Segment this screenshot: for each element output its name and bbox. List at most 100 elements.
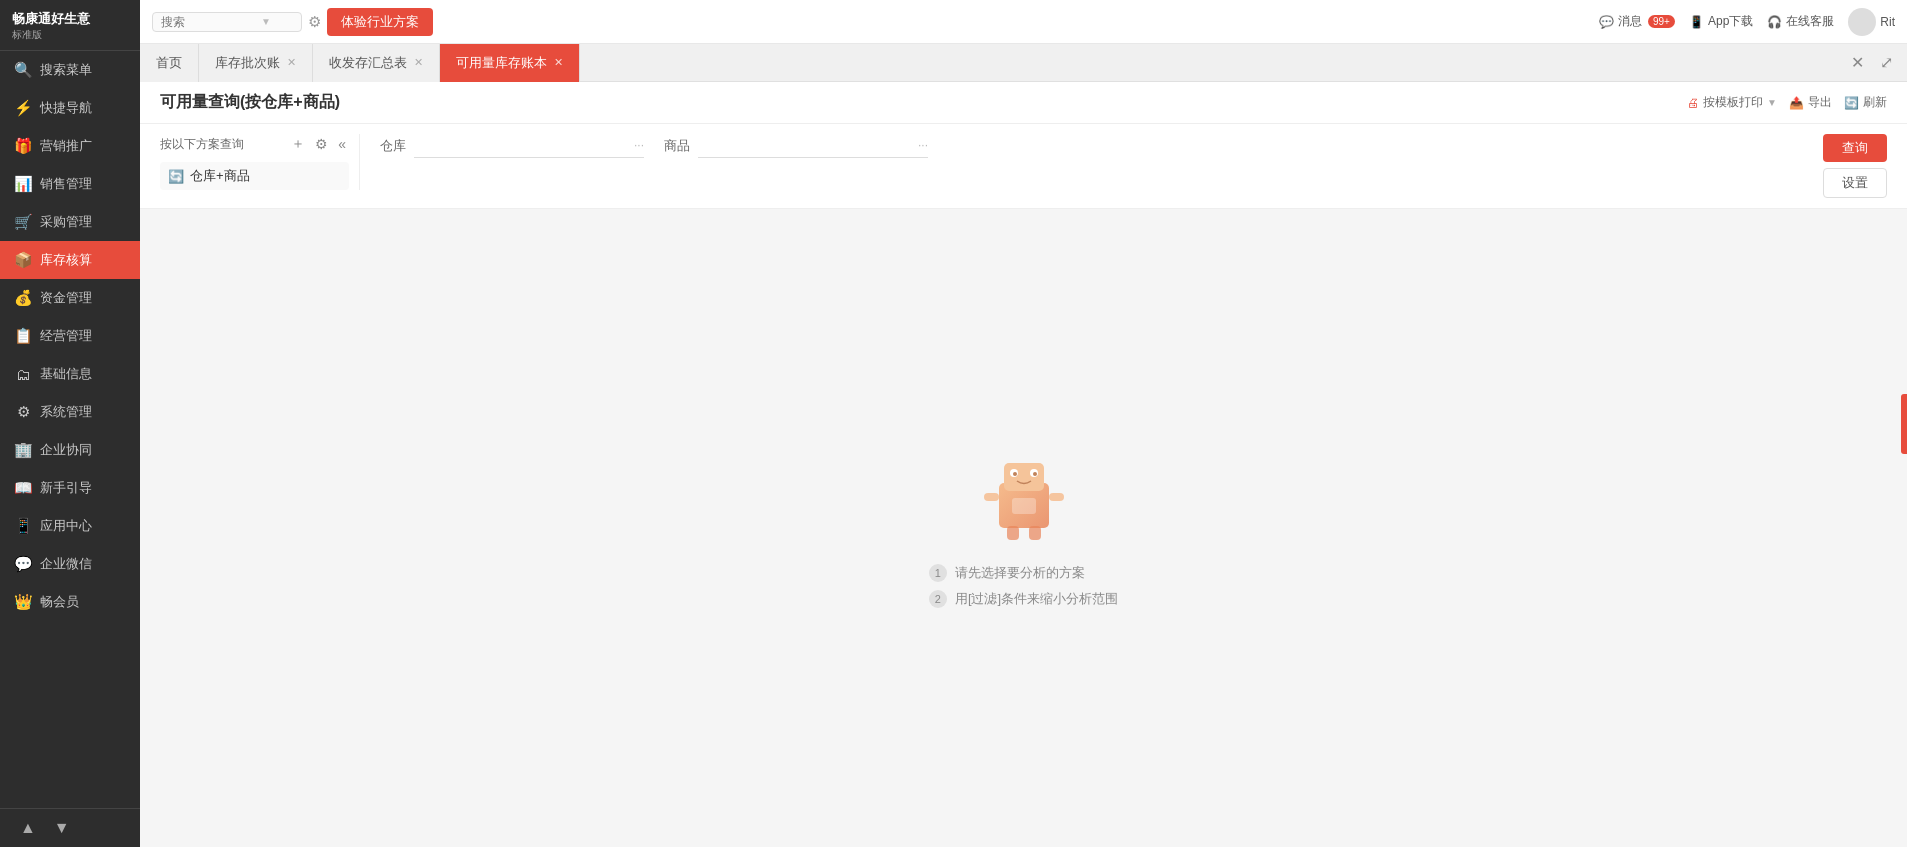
gear-icon[interactable]: ⚙ xyxy=(308,13,321,31)
set-button[interactable]: 设置 xyxy=(1823,168,1887,198)
empty-illustration xyxy=(974,448,1074,548)
sidebar-item-enterprise[interactable]: 🏢 企业协同 xyxy=(0,431,140,469)
finance-icon: 💰 xyxy=(14,289,32,307)
close-icon[interactable]: ✕ xyxy=(414,56,423,69)
purchase-icon: 🛒 xyxy=(14,213,32,231)
app-download-button[interactable]: 📱 App下载 xyxy=(1689,13,1753,30)
chevron-down-icon: ▼ xyxy=(1767,97,1777,108)
message-label: 消息 xyxy=(1618,13,1642,30)
tip-number-2: 2 xyxy=(929,590,947,608)
warehouse-input[interactable] xyxy=(414,134,634,155)
close-tab-button[interactable]: ✕ xyxy=(1845,51,1870,74)
collapse-scheme-button[interactable]: « xyxy=(335,135,349,153)
tabs-actions: ✕ ⤢ xyxy=(1845,51,1907,74)
warehouse-product-icon: 🔄 xyxy=(168,169,184,184)
sidebar-item-system[interactable]: ⚙ 系统管理 xyxy=(0,393,140,431)
tab-receipt-summary[interactable]: 收发存汇总表 ✕ xyxy=(313,44,440,82)
tabs-bar: 首页 库存批次账 ✕ 收发存汇总表 ✕ 可用量库存账本 ✕ ✕ ⤢ xyxy=(140,44,1907,82)
empty-tip-2: 2 用[过滤]条件来缩小分析范围 xyxy=(929,590,1118,608)
service-button[interactable]: 🎧 在线客服 xyxy=(1767,13,1834,30)
sidebar-logo: 畅康通好生意 标准版 xyxy=(0,0,140,51)
warehouse-label: 仓库 xyxy=(380,137,406,155)
content-area: 可用量查询(按仓库+商品) 🖨 按模板打印 ▼ 📤 导出 🔄 刷新 xyxy=(140,82,1907,847)
export-label: 导出 xyxy=(1808,94,1832,111)
wechat-icon: 💬 xyxy=(14,555,32,573)
sidebar-item-finance[interactable]: 💰 资金管理 xyxy=(0,279,140,317)
sidebar-item-label: 营销推广 xyxy=(40,137,92,155)
product-input[interactable] xyxy=(698,134,918,155)
chevron-down-icon: ▼ xyxy=(261,16,271,27)
search-icon: 🔍 xyxy=(14,61,32,79)
topbar: ▼ ⚙ 体验行业方案 💬 消息 99+ 📱 App下载 🎧 在线客服 Rit xyxy=(140,0,1907,44)
print-button[interactable]: 🖨 按模板打印 ▼ xyxy=(1687,94,1777,111)
settings-scheme-button[interactable]: ⚙ xyxy=(312,135,331,153)
sidebar-item-label: 资金管理 xyxy=(40,289,92,307)
sidebar-item-label: 库存核算 xyxy=(40,251,92,269)
sidebar-item-label: 基础信息 xyxy=(40,365,92,383)
empty-tips: 1 请先选择要分析的方案 2 用[过滤]条件来缩小分析范围 xyxy=(929,564,1118,608)
refresh-button[interactable]: 🔄 刷新 xyxy=(1844,94,1887,111)
topbar-left: ▼ ⚙ 体验行业方案 xyxy=(152,8,1591,36)
filter-area: 按以下方案查询 ＋ ⚙ « 🔄 仓库+商品 仓库 xyxy=(140,124,1907,209)
svg-point-5 xyxy=(1033,472,1037,476)
filter-field-warehouse: 仓库 ··· xyxy=(380,134,644,158)
sidebar-item-basic[interactable]: 🗂 基础信息 xyxy=(0,355,140,393)
export-button[interactable]: 📤 导出 xyxy=(1789,94,1832,111)
sidebar-item-label: 采购管理 xyxy=(40,213,92,231)
maximize-tab-button[interactable]: ⤢ xyxy=(1874,51,1899,74)
sidebar-scroll-up[interactable]: ▲ xyxy=(14,817,42,839)
sidebar-item-sales[interactable]: 📊 销售管理 xyxy=(0,165,140,203)
warehouse-more-icon[interactable]: ··· xyxy=(634,138,644,152)
sidebar-item-shortcuts[interactable]: ⚡ 快捷导航 xyxy=(0,89,140,127)
service-label: 在线客服 xyxy=(1786,13,1834,30)
page-title: 可用量查询(按仓库+商品) xyxy=(160,92,340,113)
apps-icon: 📱 xyxy=(14,517,32,535)
sales-icon: 📊 xyxy=(14,175,32,193)
empty-tip-1: 1 请先选择要分析的方案 xyxy=(929,564,1118,582)
filter-scheme-panel: 按以下方案查询 ＋ ⚙ « 🔄 仓库+商品 xyxy=(160,134,360,190)
sidebar-item-inventory[interactable]: 📦 库存核算 xyxy=(0,241,140,279)
sidebar-item-operations[interactable]: 📋 经营管理 xyxy=(0,317,140,355)
filter-scheme-title: 按以下方案查询 xyxy=(160,136,244,153)
topbar-search-input[interactable] xyxy=(161,15,261,29)
tab-batch-ledger[interactable]: 库存批次账 ✕ xyxy=(199,44,313,82)
sidebar-bottom: ▲ ▼ xyxy=(0,808,140,847)
tab-home[interactable]: 首页 xyxy=(140,44,199,82)
message-button[interactable]: 💬 消息 99+ xyxy=(1599,13,1675,30)
page-header: 可用量查询(按仓库+商品) 🖨 按模板打印 ▼ 📤 导出 🔄 刷新 xyxy=(140,82,1907,124)
sidebar-item-purchase[interactable]: 🛒 采购管理 xyxy=(0,203,140,241)
tab-label: 可用量库存账本 xyxy=(456,54,547,72)
sidebar-item-label: 企业协同 xyxy=(40,441,92,459)
sidebar-item-apps[interactable]: 📱 应用中心 xyxy=(0,507,140,545)
close-icon[interactable]: ✕ xyxy=(287,56,296,69)
sidebar-item-marketing[interactable]: 🎁 营销推广 xyxy=(0,127,140,165)
filter-fields: 仓库 ··· 商品 ··· xyxy=(360,134,1813,158)
sidebar-item-label: 经营管理 xyxy=(40,327,92,345)
svg-rect-9 xyxy=(1029,526,1041,540)
operations-icon: 📋 xyxy=(14,327,32,345)
filter-scheme-actions: ＋ ⚙ « xyxy=(288,134,349,154)
main-area: ▼ ⚙ 体验行业方案 💬 消息 99+ 📱 App下载 🎧 在线客服 Rit xyxy=(140,0,1907,847)
refresh-label: 刷新 xyxy=(1863,94,1887,111)
sidebar-item-wechat[interactable]: 💬 企业微信 xyxy=(0,545,140,583)
topbar-search-box[interactable]: ▼ xyxy=(152,12,302,32)
sidebar: 畅康通好生意 标准版 🔍 搜索菜单 ⚡ 快捷导航 🎁 营销推广 📊 销售管理 🛒… xyxy=(0,0,140,847)
sidebar-item-search[interactable]: 🔍 搜索菜单 xyxy=(0,51,140,89)
trial-industry-button[interactable]: 体验行业方案 xyxy=(327,8,433,36)
query-button[interactable]: 查询 xyxy=(1823,134,1887,162)
sidebar-item-guide[interactable]: 📖 新手引导 xyxy=(0,469,140,507)
tab-label: 库存批次账 xyxy=(215,54,280,72)
add-scheme-button[interactable]: ＋ xyxy=(288,134,308,154)
sidebar-item-vip[interactable]: 👑 畅会员 xyxy=(0,583,140,621)
sidebar-item-label: 应用中心 xyxy=(40,517,92,535)
scheme-item-warehouse-product[interactable]: 🔄 仓库+商品 xyxy=(160,162,349,190)
avatar xyxy=(1848,8,1876,36)
empty-state: 1 请先选择要分析的方案 2 用[过滤]条件来缩小分析范围 xyxy=(140,209,1907,847)
user-menu[interactable]: Rit xyxy=(1848,8,1895,36)
shortcuts-icon: ⚡ xyxy=(14,99,32,117)
close-icon[interactable]: ✕ xyxy=(554,56,563,69)
right-scroll-indicator xyxy=(1901,394,1907,454)
sidebar-scroll-down[interactable]: ▼ xyxy=(48,817,76,839)
product-more-icon[interactable]: ··· xyxy=(918,138,928,152)
tab-available-ledger[interactable]: 可用量库存账本 ✕ xyxy=(440,44,580,82)
